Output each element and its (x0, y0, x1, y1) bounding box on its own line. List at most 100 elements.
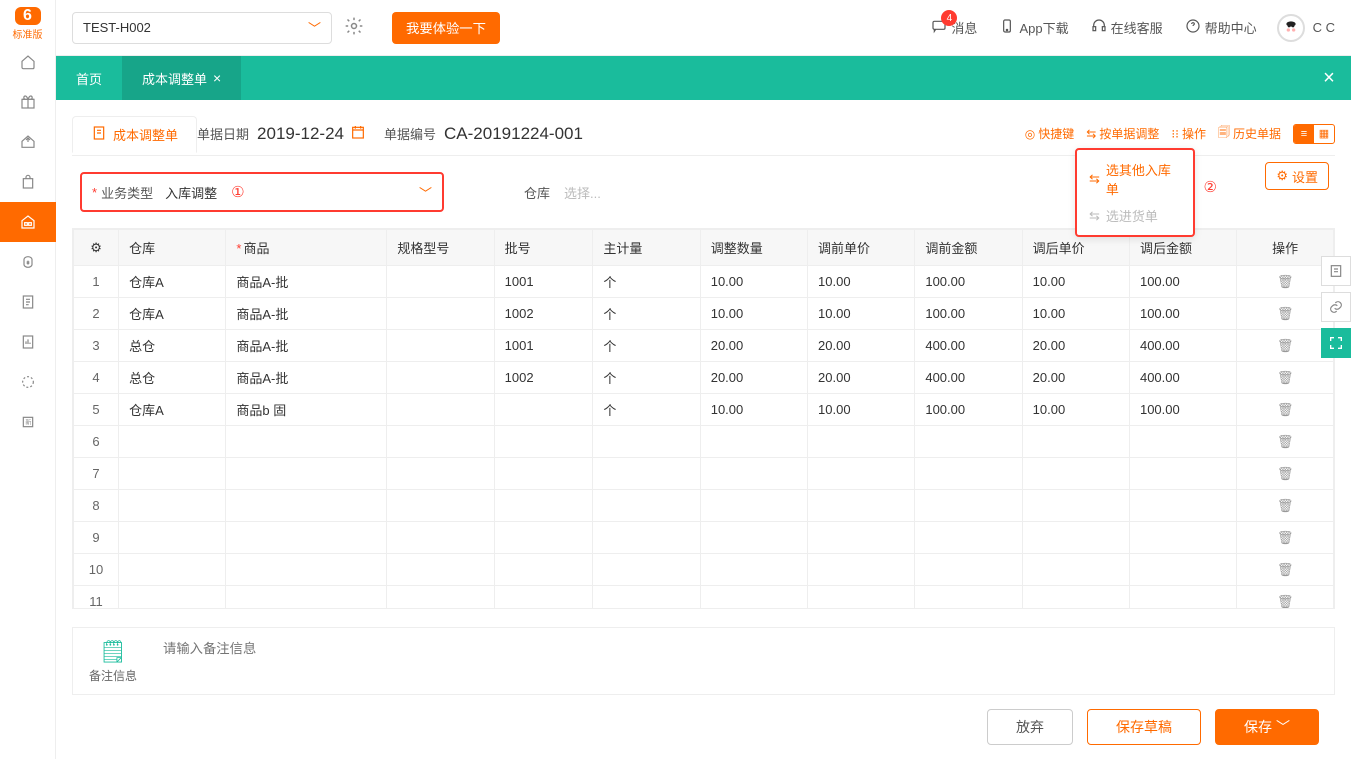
table-row[interactable]: 4总仓商品A-批1002个20.0020.00400.0020.00400.00… (74, 362, 1334, 394)
nav-doc-icon[interactable] (0, 282, 56, 322)
note-icon: 🗒 (99, 639, 127, 665)
popup-purchase[interactable]: ⇆ 选进货单 (1077, 202, 1193, 229)
logo-icon: 6 (15, 7, 41, 25)
delete-row-icon[interactable]: 🗑 (1237, 330, 1334, 362)
brand-logo: 6 标准版 (12, 8, 44, 40)
help-link[interactable]: 帮助中心 (1185, 18, 1257, 37)
delete-row-icon[interactable]: 🗑 (1237, 298, 1334, 330)
table-row[interactable]: 1仓库A商品A-批1001个10.0010.00100.0010.00100.0… (74, 266, 1334, 298)
table-row[interactable]: 11🗑 (74, 586, 1334, 610)
action-shortcut[interactable]: ◎ 快捷键 (1025, 125, 1075, 142)
doc-no-value: CA-20191224-001 (444, 124, 583, 144)
col-pre-amount[interactable]: 调前金额 (915, 230, 1022, 266)
biz-type-field[interactable]: * 业务类型 入库调整 ① ﹀ (80, 172, 444, 212)
discard-button[interactable]: 放弃 (987, 709, 1073, 745)
doc-no-label: 单据编号 (384, 124, 436, 143)
help-icon (1185, 18, 1201, 37)
avatar[interactable] (1277, 14, 1305, 42)
table-row[interactable]: 7🗑 (74, 458, 1334, 490)
nav-new-icon[interactable]: 新 (0, 402, 56, 442)
table-row[interactable]: 5仓库A商品b 固个10.0010.00100.0010.00100.00🗑 (74, 394, 1334, 426)
username: C C (1313, 20, 1335, 35)
calendar-icon[interactable] (350, 124, 366, 143)
remark-label: 🗒 备注信息 (73, 628, 153, 694)
delete-row-icon[interactable]: 🗑 (1237, 266, 1334, 298)
delete-row-icon[interactable]: 🗑 (1237, 458, 1334, 490)
chevron-down-icon: ﹀ (308, 18, 321, 37)
tabbar: 首页 成本调整单 × × (56, 56, 1351, 100)
table-row[interactable]: 2仓库A商品A-批1002个10.0010.00100.0010.00100.0… (74, 298, 1334, 330)
gear-icon: ⚙ (1276, 168, 1288, 184)
gear-icon[interactable] (344, 16, 364, 39)
col-op[interactable]: 操作 (1237, 230, 1334, 266)
close-all-tabs[interactable]: × (1307, 56, 1351, 100)
tab-home[interactable]: 首页 (56, 56, 122, 100)
tab-cost-adjust[interactable]: 成本调整单 × (122, 56, 241, 100)
action-history[interactable]: 🗐 历史单据 (1218, 123, 1281, 144)
action-by-order[interactable]: ⇆ 按单据调整 (1086, 125, 1159, 142)
delete-row-icon[interactable]: 🗑 (1237, 394, 1334, 426)
delete-row-icon[interactable]: 🗑 (1237, 522, 1334, 554)
col-adj-qty[interactable]: 调整数量 (700, 230, 807, 266)
nav-bag-icon[interactable] (0, 162, 56, 202)
table-row[interactable]: 9🗑 (74, 522, 1334, 554)
nav-loading-icon[interactable] (0, 362, 56, 402)
col-gear[interactable]: ⚙ (74, 230, 119, 266)
col-batch[interactable]: 批号 (494, 230, 593, 266)
select-source-popup: ⇆ 选其他入库单 ⇆ 选进货单 (1075, 148, 1195, 237)
headset-icon (1091, 18, 1107, 37)
nav-home-icon[interactable] (0, 42, 56, 82)
delete-row-icon[interactable]: 🗑 (1237, 426, 1334, 458)
delete-row-icon[interactable]: 🗑 (1237, 490, 1334, 522)
sidebar: 6 标准版 新 (0, 0, 56, 759)
popup-other-inbound[interactable]: ⇆ 选其他入库单 (1077, 156, 1193, 202)
col-spec[interactable]: 规格型号 (387, 230, 494, 266)
close-icon[interactable]: × (213, 70, 221, 86)
col-warehouse[interactable]: 仓库 (119, 230, 226, 266)
remark-input[interactable] (153, 628, 1334, 694)
dock-note-icon[interactable] (1321, 256, 1351, 286)
nav-out-icon[interactable] (0, 122, 56, 162)
grid-view-icon[interactable]: ▦ (1314, 125, 1334, 143)
nav-report-icon[interactable] (0, 322, 56, 362)
delete-row-icon[interactable]: 🗑 (1237, 586, 1334, 610)
brand-label: 标准版 (13, 26, 43, 41)
phone-icon (999, 18, 1015, 37)
delete-row-icon[interactable]: 🗑 (1237, 554, 1334, 586)
col-product[interactable]: *商品 (226, 230, 387, 266)
nav-warehouse-icon[interactable] (0, 202, 56, 242)
dock-link-icon[interactable] (1321, 292, 1351, 322)
action-operate[interactable]: ⁝⁝ 操作 (1171, 125, 1206, 142)
nav-money-icon[interactable] (0, 242, 56, 282)
save-button[interactable]: 保存 ﹀ (1215, 709, 1319, 745)
chevron-down-icon: ﹀ (419, 183, 432, 202)
doc-date-value[interactable]: 2019-12-24 (257, 124, 344, 144)
data-grid: ⚙ 仓库 *商品 规格型号 批号 主计量 调整数量 调前单价 调前金额 调后单价… (72, 228, 1335, 609)
doc-tab[interactable]: 成本调整单 (72, 116, 197, 153)
view-toggle[interactable]: ≡ ▦ (1293, 124, 1335, 144)
nav-gift-icon[interactable] (0, 82, 56, 122)
table-row[interactable]: 10🗑 (74, 554, 1334, 586)
table-row[interactable]: 6🗑 (74, 426, 1334, 458)
delete-row-icon[interactable]: 🗑 (1237, 362, 1334, 394)
col-pre-price[interactable]: 调前单价 (808, 230, 915, 266)
form-row: * 业务类型 入库调整 ① ﹀ 仓库 选择... ⇆ 选其他入库单 ⇆ 选进货单… (72, 156, 1335, 228)
settings-button[interactable]: ⚙ 设置 (1265, 162, 1329, 190)
topbar: TEST-H002 ﹀ 我要体验一下 4 消息 App下载 在线客服 帮助中心 (56, 0, 1351, 56)
trial-button[interactable]: 我要体验一下 (392, 12, 500, 44)
col-unit[interactable]: 主计量 (593, 230, 700, 266)
dock-expand-icon[interactable] (1321, 328, 1351, 358)
app-download-link[interactable]: App下载 (999, 18, 1068, 37)
save-draft-button[interactable]: 保存草稿 (1087, 709, 1201, 745)
org-select[interactable]: TEST-H002 ﹀ (72, 12, 332, 44)
annotation-1: ① (231, 183, 244, 201)
chevron-down-icon: ﹀ (1276, 717, 1290, 737)
table-row[interactable]: 8🗑 (74, 490, 1334, 522)
messages-link[interactable]: 4 消息 (931, 18, 977, 37)
remark-area: 🗒 备注信息 (72, 627, 1335, 695)
file-icon (91, 125, 107, 144)
table-row[interactable]: 3总仓商品A-批1001个20.0020.00400.0020.00400.00… (74, 330, 1334, 362)
warehouse-field[interactable]: 仓库 选择... (524, 183, 601, 202)
list-view-icon[interactable]: ≡ (1294, 125, 1314, 143)
service-link[interactable]: 在线客服 (1091, 18, 1163, 37)
